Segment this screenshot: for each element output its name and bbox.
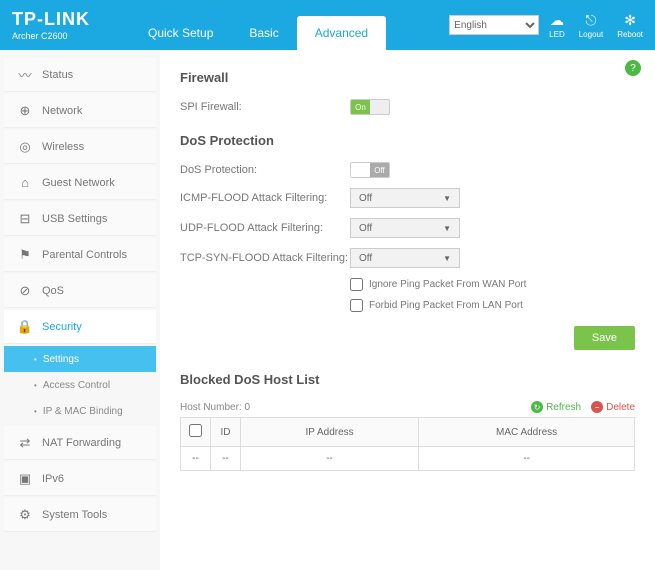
refresh-button[interactable]: ↻Refresh [531, 401, 581, 413]
forbid-ping-label: Forbid Ping Packet From LAN Port [369, 300, 523, 311]
dos-protection-label: DoS Protection: [180, 164, 350, 176]
udp-label: UDP-FLOOD Attack Filtering: [180, 222, 350, 234]
dos-title: DoS Protection [180, 133, 635, 148]
chevron-down-icon: ▼ [443, 194, 451, 203]
lock-icon: 🔒 [16, 319, 34, 335]
tab-basic[interactable]: Basic [231, 16, 296, 50]
icmp-dropdown[interactable]: Off▼ [350, 188, 460, 208]
refresh-icon: ↻ [531, 401, 543, 413]
sidebar-item-security[interactable]: 🔒Security [4, 310, 156, 344]
delete-icon: − [591, 401, 603, 413]
sidebar-item-network[interactable]: ⊕Network [4, 94, 156, 128]
blocked-title: Blocked DoS Host List [180, 372, 635, 387]
table-row: -- -- -- -- [181, 447, 635, 471]
content: ? Firewall SPI Firewall: On DoS Protecti… [160, 50, 655, 570]
reboot-icon: ✻ [624, 12, 636, 29]
top-icons: ☁LED ⎋Logout ✻Reboot [549, 12, 643, 39]
sidebar-item-nat[interactable]: ⇄NAT Forwarding [4, 426, 156, 460]
chevron-down-icon: ▼ [443, 254, 451, 263]
sidebar-item-status[interactable]: 〰Status [4, 58, 156, 92]
sidebar-item-guest[interactable]: ⌂Guest Network [4, 166, 156, 200]
tab-advanced[interactable]: Advanced [297, 16, 386, 50]
save-button[interactable]: Save [574, 326, 635, 350]
col-ip: IP Address [241, 418, 419, 447]
logout-icon: ⎋ [585, 12, 596, 29]
tab-quick-setup[interactable]: Quick Setup [130, 16, 231, 50]
icmp-label: ICMP-FLOOD Attack Filtering: [180, 192, 350, 204]
ignore-ping-checkbox[interactable] [350, 278, 363, 291]
help-icon[interactable]: ? [625, 60, 641, 76]
sidebar-item-wireless[interactable]: ◎Wireless [4, 130, 156, 164]
parental-icon: ⚑ [16, 247, 34, 263]
host-number: Host Number: 0 [180, 402, 250, 413]
brand: TP-LINK Archer C2600 [12, 9, 90, 41]
sidebar-sub-settings[interactable]: •Settings [4, 346, 156, 372]
sidebar-item-system[interactable]: ⚙System Tools [4, 498, 156, 532]
wireless-icon: ◎ [16, 139, 34, 155]
dos-protection-toggle[interactable]: Off [350, 162, 390, 178]
spi-firewall-toggle[interactable]: On [350, 99, 390, 115]
brand-name: TP-LINK [12, 9, 90, 30]
tcp-label: TCP-SYN-FLOOD Attack Filtering: [180, 252, 350, 264]
sidebar-sub-ip-mac-binding[interactable]: •IP & MAC Binding [4, 398, 156, 424]
sidebar: 〰Status ⊕Network ◎Wireless ⌂Guest Networ… [0, 50, 160, 570]
status-icon: 〰 [16, 65, 34, 84]
tcp-dropdown[interactable]: Off▼ [350, 248, 460, 268]
sidebar-sub-access-control[interactable]: •Access Control [4, 372, 156, 398]
udp-dropdown[interactable]: Off▼ [350, 218, 460, 238]
spi-firewall-label: SPI Firewall: [180, 101, 350, 113]
led-icon: ☁ [550, 12, 564, 29]
select-all-checkbox[interactable] [189, 424, 202, 437]
ignore-ping-label: Ignore Ping Packet From WAN Port [369, 279, 526, 290]
firewall-title: Firewall [180, 70, 635, 85]
forbid-ping-checkbox[interactable] [350, 299, 363, 312]
led-button[interactable]: ☁LED [549, 12, 565, 39]
language-select[interactable]: English [449, 15, 539, 35]
usb-icon: ⊟ [16, 211, 34, 227]
guest-icon: ⌂ [16, 175, 34, 190]
qos-icon: ⊘ [16, 283, 34, 299]
chevron-down-icon: ▼ [443, 224, 451, 233]
sidebar-item-usb[interactable]: ⊟USB Settings [4, 202, 156, 236]
reboot-button[interactable]: ✻Reboot [617, 12, 643, 39]
col-mac: MAC Address [419, 418, 635, 447]
brand-model: Archer C2600 [12, 31, 90, 41]
ipv6-icon: ▣ [16, 471, 34, 487]
sidebar-item-parental[interactable]: ⚑Parental Controls [4, 238, 156, 272]
gear-icon: ⚙ [16, 507, 34, 523]
header: TP-LINK Archer C2600 Quick Setup Basic A… [0, 0, 655, 50]
sidebar-item-ipv6[interactable]: ▣IPv6 [4, 462, 156, 496]
top-tabs: Quick Setup Basic Advanced [130, 0, 386, 50]
delete-button[interactable]: −Delete [591, 401, 635, 413]
network-icon: ⊕ [16, 103, 34, 119]
sidebar-item-qos[interactable]: ⊘QoS [4, 274, 156, 308]
logout-button[interactable]: ⎋Logout [579, 12, 603, 39]
nat-icon: ⇄ [16, 435, 34, 451]
col-id: ID [211, 418, 241, 447]
blocked-host-table: ID IP Address MAC Address -- -- -- -- [180, 417, 635, 471]
